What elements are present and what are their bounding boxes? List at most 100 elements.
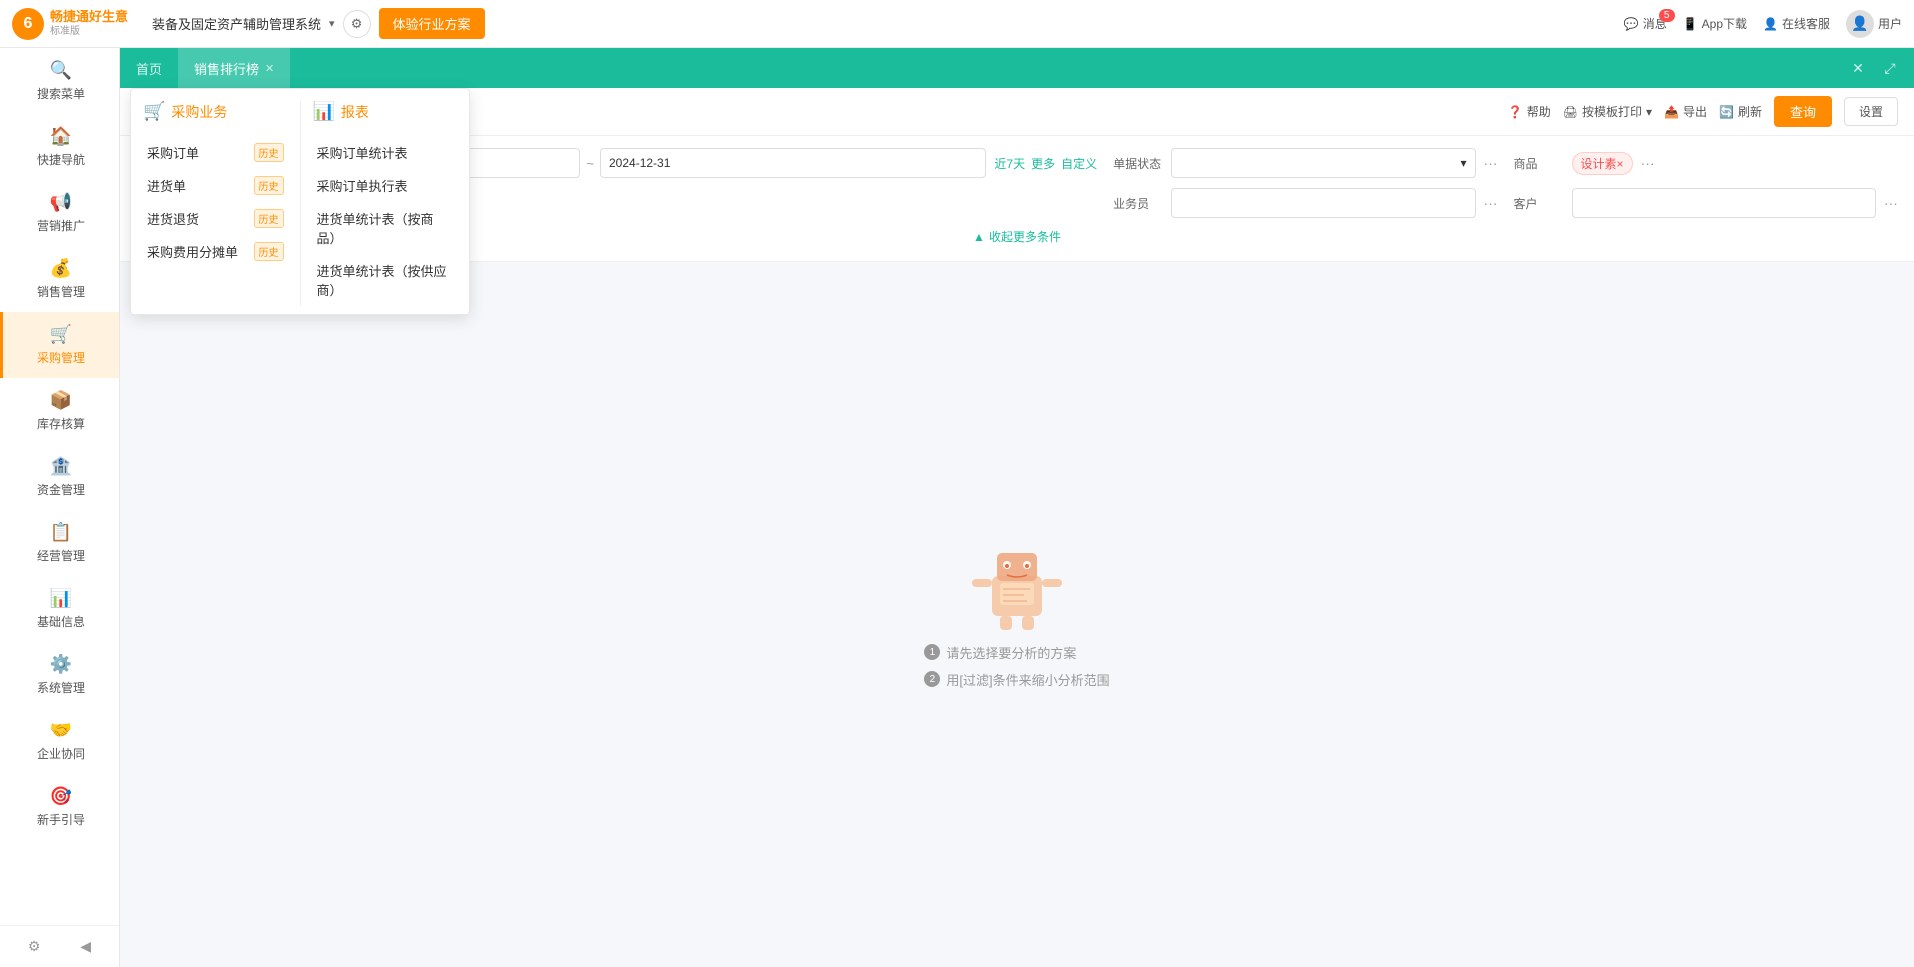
empty-tip-1: 1 请先选择要分析的方案 bbox=[924, 643, 1109, 662]
query-btn[interactable]: 查询 bbox=[1774, 96, 1832, 127]
customer-dots[interactable]: ··· bbox=[1884, 195, 1898, 211]
online-service-btn[interactable]: 👤 在线客服 bbox=[1763, 15, 1830, 32]
sidebar-item-operations[interactable]: 📋 经营管理 bbox=[0, 510, 119, 576]
sidebar-item-quick-nav[interactable]: 🏠 快捷导航 bbox=[0, 114, 119, 180]
sidebar-item-marketing[interactable]: 📢 营销推广 bbox=[0, 180, 119, 246]
tab-sales-rank-close[interactable]: ✕ bbox=[265, 62, 274, 75]
chevron-up-icon: ▲ bbox=[973, 230, 985, 244]
sidebar-item-system[interactable]: ⚙️ 系统管理 bbox=[0, 642, 119, 708]
user-btn[interactable]: 👤 用户 bbox=[1846, 10, 1902, 38]
tab-maximize-btn[interactable]: ⤢ bbox=[1878, 56, 1902, 80]
customer-select[interactable] bbox=[1572, 188, 1876, 218]
sidebar-item-label: 经营管理 bbox=[37, 547, 85, 564]
tab-home[interactable]: 首页 bbox=[120, 48, 178, 88]
logo-area: 6 畅捷通好生意 标准版 bbox=[12, 8, 132, 40]
sidebar-item-base[interactable]: 📊 基础信息 bbox=[0, 576, 119, 642]
sidebar-item-label: 基础信息 bbox=[37, 613, 85, 630]
help-btn[interactable]: ❓ 帮助 bbox=[1508, 103, 1551, 120]
sidebar-item-cooperation[interactable]: 🤝 企业协同 bbox=[0, 708, 119, 774]
settings-btn[interactable]: 设置 bbox=[1844, 97, 1898, 126]
sidebar-item-purchase[interactable]: 🛒 采购管理 bbox=[0, 312, 119, 378]
sidebar-item-finance[interactable]: 🏦 资金管理 bbox=[0, 444, 119, 510]
doc-status-filter: 单据状态 ▾ ··· bbox=[1113, 148, 1497, 178]
tab-controls: ✕ ⤢ bbox=[1846, 56, 1914, 80]
sidebar-item-label: 销售管理 bbox=[37, 283, 85, 300]
report-col: 📊 报表 采购订单统计表 采购订单执行表 进货单统计表（按商品） 进货单统计表（… bbox=[300, 101, 470, 306]
dropdown-item-incoming[interactable]: 进货单 历史 bbox=[143, 169, 288, 202]
dropdown-cols: 🛒 采购业务 采购订单 历史 进货单 历史 进货退货 历史 bbox=[131, 101, 469, 306]
report-col-title: 报表 bbox=[341, 102, 369, 122]
purchase-dropdown-menu: 🛒 采购业务 采购订单 历史 进货单 历史 进货退货 历史 bbox=[130, 88, 470, 315]
print-btn[interactable]: 🖨 按模板打印 ▾ bbox=[1563, 103, 1652, 120]
industry-btn[interactable]: 体验行业方案 bbox=[379, 8, 485, 39]
system-settings-btn[interactable]: ⚙ bbox=[343, 10, 371, 38]
system-icon: ⚙️ bbox=[50, 654, 72, 675]
export-btn[interactable]: 📤 导出 bbox=[1664, 103, 1707, 120]
quick-date-custom[interactable]: 自定义 bbox=[1061, 155, 1097, 172]
sidebar-item-newbie[interactable]: 🎯 新手引导 bbox=[0, 774, 119, 840]
sidebar-item-sales[interactable]: 💰 销售管理 bbox=[0, 246, 119, 312]
operations-icon: 📋 bbox=[50, 522, 72, 543]
doc-status-select[interactable]: ▾ bbox=[1171, 148, 1475, 178]
dropdown-item-purchase-order-exec[interactable]: 采购订单执行表 bbox=[313, 169, 458, 202]
goods-filter: 商品 设计素× ··· bbox=[1514, 152, 1898, 175]
quick-date-more[interactable]: 更多 bbox=[1031, 155, 1055, 172]
dropdown-item-incoming-stats-goods[interactable]: 进货单统计表（按商品） bbox=[313, 202, 458, 254]
dropdown-item-purchase-order[interactable]: 采购订单 历史 bbox=[143, 136, 288, 169]
history-badge: 历史 bbox=[254, 143, 284, 162]
refresh-btn[interactable]: 🔄 刷新 bbox=[1719, 103, 1762, 120]
salesperson-label: 业务员 bbox=[1113, 195, 1163, 212]
refresh-icon: 🔄 bbox=[1719, 105, 1734, 119]
sidebar-item-label: 资金管理 bbox=[37, 481, 85, 498]
service-icon: 👤 bbox=[1763, 17, 1778, 31]
goods-dots[interactable]: ··· bbox=[1641, 155, 1655, 171]
empty-tip-2: 2 用[过滤]条件来缩小分析范围 bbox=[924, 670, 1109, 689]
goods-tag[interactable]: 设计素× bbox=[1572, 152, 1633, 175]
sidebar-settings-btn[interactable]: ⚙ bbox=[28, 938, 41, 955]
tab-close-btn[interactable]: ✕ bbox=[1846, 56, 1870, 80]
quick-date-7days[interactable]: 近7天 bbox=[994, 155, 1025, 172]
collapse-btn[interactable]: ▲ 收起更多条件 bbox=[973, 228, 1061, 245]
logo-icon: 6 bbox=[12, 8, 44, 40]
purchase-col-title: 采购业务 bbox=[171, 102, 227, 122]
header-middle: 装备及固定资产辅助管理系统 ▾ ⚙ 体验行业方案 bbox=[132, 8, 1624, 39]
salesperson-select[interactable] bbox=[1171, 188, 1475, 218]
collapse-label: 收起更多条件 bbox=[989, 228, 1061, 245]
content-area: 首页 销售排行榜 ✕ ✕ ⤢ ❓ 帮助 🖨 按模板打印 bbox=[120, 48, 1914, 967]
quick-dates: 近7天 更多 自定义 bbox=[994, 155, 1097, 172]
customer-label: 客户 bbox=[1514, 195, 1564, 212]
history-badge: 历史 bbox=[254, 242, 284, 261]
sidebar-item-inventory[interactable]: 📦 库存核算 bbox=[0, 378, 119, 444]
sidebar-item-label: 营销推广 bbox=[37, 217, 85, 234]
empty-tips: 1 请先选择要分析的方案 2 用[过滤]条件来缩小分析范围 bbox=[924, 643, 1109, 689]
message-btn[interactable]: 💬 消息 5 bbox=[1624, 15, 1667, 32]
mobile-icon: 📱 bbox=[1683, 17, 1698, 31]
dropdown-item-purchase-expense[interactable]: 采购费用分摊单 历史 bbox=[143, 235, 288, 268]
sidebar-collapse-btn[interactable]: ◀ bbox=[80, 938, 91, 955]
sidebar: 🔍 搜索菜单 🏠 快捷导航 📢 营销推广 💰 销售管理 🛒 采购管理 📦 库存核… bbox=[0, 48, 120, 967]
salesperson-dots[interactable]: ··· bbox=[1484, 195, 1498, 211]
refresh-label: 刷新 bbox=[1738, 103, 1762, 120]
dropdown-item-incoming-stats-supplier[interactable]: 进货单统计表（按供应商） bbox=[313, 254, 458, 306]
sidebar-item-label: 采购管理 bbox=[37, 349, 85, 366]
dropdown-item-purchase-order-stats[interactable]: 采购订单统计表 bbox=[313, 136, 458, 169]
doc-status-dots[interactable]: ··· bbox=[1484, 155, 1498, 171]
top-header: 6 畅捷通好生意 标准版 装备及固定资产辅助管理系统 ▾ ⚙ 体验行业方案 💬 … bbox=[0, 0, 1914, 48]
sidebar-bottom: ⚙ ◀ bbox=[0, 925, 119, 967]
app-download-btn[interactable]: 📱 App下载 bbox=[1683, 15, 1747, 32]
sidebar-item-search[interactable]: 🔍 搜索菜单 bbox=[0, 48, 119, 114]
tab-sales-rank[interactable]: 销售排行榜 ✕ bbox=[178, 48, 290, 88]
help-label: 帮助 bbox=[1527, 103, 1551, 120]
dropdown-item-return[interactable]: 进货退货 历史 bbox=[143, 202, 288, 235]
export-icon: 📤 bbox=[1664, 105, 1679, 119]
history-badge: 历史 bbox=[254, 176, 284, 195]
date-end-input[interactable]: 2024-12-31 bbox=[600, 148, 986, 178]
report-col-icon: 📊 bbox=[313, 101, 335, 122]
header-right: 💬 消息 5 📱 App下载 👤 在线客服 👤 用户 bbox=[1624, 10, 1902, 38]
search-icon: 🔍 bbox=[50, 60, 72, 81]
print-label: 按模板打印 bbox=[1582, 103, 1642, 120]
base-icon: 📊 bbox=[50, 588, 72, 609]
date-separator: ~ bbox=[586, 156, 594, 171]
system-dropdown-arrow[interactable]: ▾ bbox=[329, 17, 335, 30]
cooperation-icon: 🤝 bbox=[50, 720, 72, 741]
